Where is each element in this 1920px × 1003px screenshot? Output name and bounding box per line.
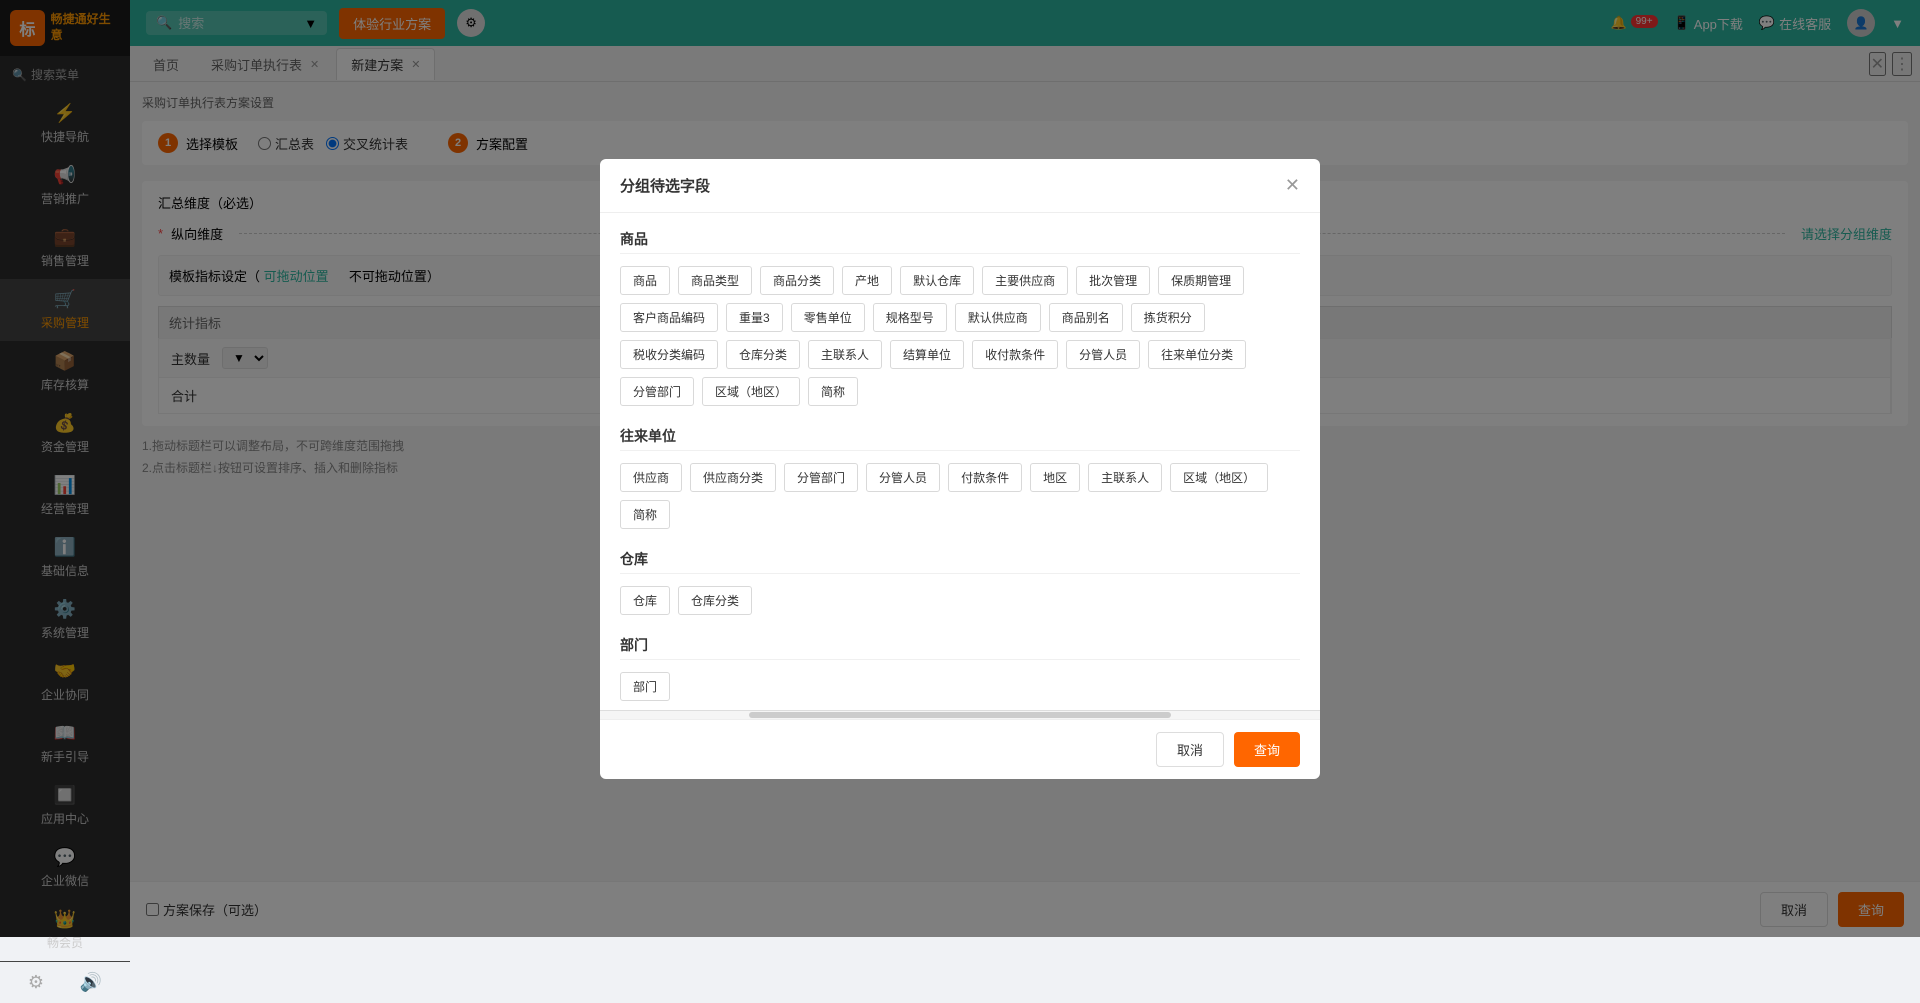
field-tag-0-11[interactable]: 规格型号	[873, 303, 947, 332]
field-tag-0-16[interactable]: 仓库分类	[726, 340, 800, 369]
modal-title: 分组待选字段	[620, 175, 710, 196]
field-tag-1-1[interactable]: 供应商分类	[690, 463, 776, 492]
field-tag-1-4[interactable]: 付款条件	[948, 463, 1022, 492]
modal-confirm-btn[interactable]: 查询	[1234, 732, 1300, 767]
field-tag-0-4[interactable]: 默认仓库	[900, 266, 974, 295]
field-tags-2: 仓库仓库分类	[620, 586, 1300, 615]
field-section-title-3: 部门	[620, 635, 1300, 660]
field-tag-1-7[interactable]: 区域（地区）	[1170, 463, 1268, 492]
modal-body: 商品商品商品类型商品分类产地默认仓库主要供应商批次管理保质期管理客户商品编码重量…	[600, 213, 1320, 711]
field-tag-0-1[interactable]: 商品类型	[678, 266, 752, 295]
field-tag-1-5[interactable]: 地区	[1030, 463, 1080, 492]
field-tag-0-13[interactable]: 商品别名	[1049, 303, 1123, 332]
field-tags-0: 商品商品类型商品分类产地默认仓库主要供应商批次管理保质期管理客户商品编码重量3 零…	[620, 266, 1300, 406]
field-tag-0-9[interactable]: 重量3	[726, 303, 783, 332]
modal-cancel-btn[interactable]: 取消	[1156, 732, 1224, 767]
field-tag-1-8[interactable]: 简称	[620, 500, 670, 529]
modal-hscrollbar[interactable]	[600, 710, 1320, 718]
field-section-title-0: 商品	[620, 229, 1300, 254]
field-tags-3: 部门	[620, 672, 1300, 701]
field-tag-0-6[interactable]: 批次管理	[1076, 266, 1150, 295]
field-tag-0-0[interactable]: 商品	[620, 266, 670, 295]
field-section-0: 商品商品商品类型商品分类产地默认仓库主要供应商批次管理保质期管理客户商品编码重量…	[620, 229, 1300, 406]
field-section-title-1: 往来单位	[620, 426, 1300, 451]
modal: 分组待选字段 ✕ 商品商品商品类型商品分类产地默认仓库主要供应商批次管理保质期管…	[600, 159, 1320, 779]
field-tag-2-0[interactable]: 仓库	[620, 586, 670, 615]
field-tags-1: 供应商供应商分类分管部门分管人员付款条件地区主联系人区域（地区） 简称	[620, 463, 1300, 529]
field-section-3: 部门部门	[620, 635, 1300, 701]
field-tag-0-10[interactable]: 零售单位	[791, 303, 865, 332]
field-section-2: 仓库仓库仓库分类	[620, 549, 1300, 615]
field-tag-0-22[interactable]: 分管部门	[620, 377, 694, 406]
field-tag-0-15[interactable]: 税收分类编码	[620, 340, 718, 369]
field-tag-0-2[interactable]: 商品分类	[760, 266, 834, 295]
field-tag-3-0[interactable]: 部门	[620, 672, 670, 701]
sidebar-audio-btn[interactable]: 🔊	[80, 972, 102, 993]
field-tag-0-21[interactable]: 往来单位分类	[1148, 340, 1246, 369]
field-tag-0-18[interactable]: 结算单位	[890, 340, 964, 369]
field-tag-0-20[interactable]: 分管人员	[1066, 340, 1140, 369]
field-tag-0-3[interactable]: 产地	[842, 266, 892, 295]
modal-footer: 取消 查询	[600, 719, 1320, 779]
field-tag-0-14[interactable]: 拣货积分	[1131, 303, 1205, 332]
field-tag-0-5[interactable]: 主要供应商	[982, 266, 1068, 295]
field-tag-0-23[interactable]: 区域（地区）	[702, 377, 800, 406]
field-tag-1-0[interactable]: 供应商	[620, 463, 682, 492]
field-tag-0-12[interactable]: 默认供应商	[955, 303, 1041, 332]
field-tag-1-2[interactable]: 分管部门	[784, 463, 858, 492]
field-section-1: 往来单位供应商供应商分类分管部门分管人员付款条件地区主联系人区域（地区） 简称	[620, 426, 1300, 529]
modal-overlay: 分组待选字段 ✕ 商品商品商品类型商品分类产地默认仓库主要供应商批次管理保质期管…	[0, 0, 1920, 937]
field-tag-0-17[interactable]: 主联系人	[808, 340, 882, 369]
field-tag-0-19[interactable]: 收付款条件	[972, 340, 1058, 369]
field-tag-0-8[interactable]: 客户商品编码	[620, 303, 718, 332]
field-tag-0-7[interactable]: 保质期管理	[1158, 266, 1244, 295]
field-section-title-2: 仓库	[620, 549, 1300, 574]
modal-close-btn[interactable]: ✕	[1285, 175, 1300, 196]
modal-header: 分组待选字段 ✕	[600, 159, 1320, 213]
sidebar-settings-btn[interactable]: ⚙	[28, 972, 44, 993]
field-tag-1-6[interactable]: 主联系人	[1088, 463, 1162, 492]
field-tag-0-24[interactable]: 简称	[808, 377, 858, 406]
field-tag-2-1[interactable]: 仓库分类	[678, 586, 752, 615]
field-tag-1-3[interactable]: 分管人员	[866, 463, 940, 492]
sidebar-bottom: ⚙ 🔊	[0, 961, 130, 1003]
